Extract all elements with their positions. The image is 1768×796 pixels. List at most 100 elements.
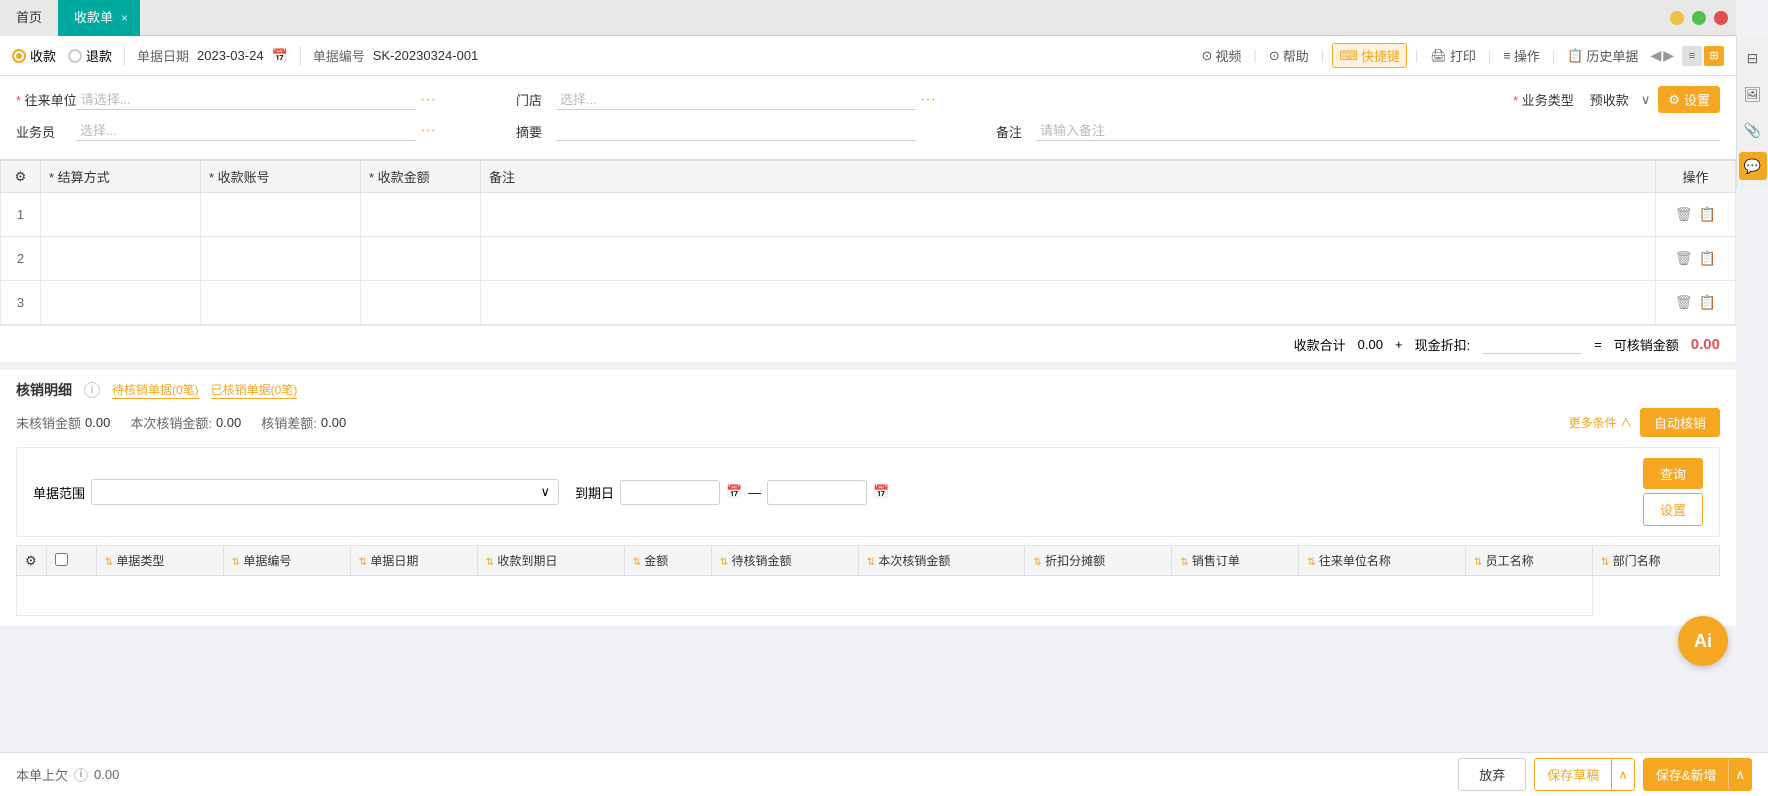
amount-cell[interactable] <box>361 281 481 325</box>
biz-type-arrow-icon[interactable]: ∨ <box>1641 92 1651 108</box>
list-view-btn[interactable]: ≡ <box>1682 46 1702 66</box>
save-draft-button[interactable]: 保存草稿 <box>1535 759 1612 790</box>
window-minimize-button[interactable] <box>1670 11 1684 25</box>
copy-row-icon[interactable]: 📋 <box>1699 206 1716 223</box>
abandon-button[interactable]: 放弃 <box>1458 758 1526 791</box>
counterpart-more-icon[interactable]: ··· <box>420 91 436 109</box>
video-button[interactable]: ⊙ 视频 <box>1198 44 1246 67</box>
calendar-icon[interactable]: 📅 <box>272 48 288 64</box>
summary-field: 摘要 <box>516 121 916 141</box>
settings-button[interactable]: ⚙ 设置 <box>1658 86 1720 113</box>
row-number: 1 <box>1 193 41 237</box>
current-stat: 本次核销金额: 0.00 <box>130 413 241 432</box>
done-tab[interactable]: 已核销单据(0笔) <box>211 381 298 399</box>
auto-writeoff-button[interactable]: 自动核销 <box>1640 408 1720 437</box>
save-new-arrow-button[interactable]: ∧ <box>1729 759 1751 790</box>
delete-row-icon[interactable]: 🗑 <box>1675 250 1693 267</box>
bottom-info-icon[interactable]: i <box>74 768 88 782</box>
history-button[interactable]: 📋 历史单据 <box>1563 44 1642 67</box>
sort-icon[interactable]: ⇅ <box>359 557 367 568</box>
table-row: 3 🗑 📋 <box>1 281 1736 325</box>
print-button[interactable]: 🖨 打印 <box>1426 44 1480 67</box>
doc-range-select[interactable]: ∨ <box>91 479 559 505</box>
sidebar-paperclip-icon[interactable]: 📎 <box>1739 116 1767 144</box>
table-gear-header[interactable]: ⚙ <box>1 161 41 193</box>
store-input[interactable] <box>556 90 916 110</box>
refund-radio[interactable]: 退款 <box>68 46 112 65</box>
sort-icon[interactable]: ⇅ <box>720 557 728 568</box>
delete-row-icon[interactable]: 🗑 <box>1675 294 1693 311</box>
tab-close-icon[interactable]: × <box>121 0 128 36</box>
ops-button[interactable]: ≡ 操作 <box>1499 44 1544 67</box>
nav-prev-icon[interactable]: ◀ <box>1650 47 1661 64</box>
bottom-info: 本单上欠 i 0.00 <box>16 765 119 784</box>
form-area: 往来单位 ··· 门店 ··· 业务类型 预收款 ∨ ⚙ 设置 <box>0 76 1736 160</box>
sidebar-table-icon[interactable]: ⊟ <box>1739 44 1767 72</box>
settlement-cell[interactable] <box>41 237 201 281</box>
shortcut-label: 快捷键 <box>1361 46 1400 65</box>
sort-icon[interactable]: ⇅ <box>633 557 641 568</box>
settlement-cell[interactable] <box>41 193 201 237</box>
date-to-input[interactable]: 2022-04-12 <box>767 480 867 505</box>
nav-next-icon[interactable]: ▶ <box>1663 47 1674 64</box>
query-button[interactable]: 查询 <box>1643 458 1703 489</box>
counterpart-input[interactable] <box>77 90 416 110</box>
save-draft-arrow-button[interactable]: ∧ <box>1612 759 1634 790</box>
note-cell[interactable] <box>481 281 1656 325</box>
receipt-radio[interactable]: 收款 <box>12 46 56 65</box>
toolbar-right: ⊙ 视频 | ⊙ 帮助 | ⌨ 快捷键 | 🖨 打印 | ≡ 操作 <box>1198 43 1724 68</box>
pending-tab[interactable]: 待核销单据(0笔) <box>112 381 199 399</box>
salesperson-input[interactable] <box>76 121 416 141</box>
col-header: ⇅ 员工名称 <box>1465 546 1592 576</box>
date-range-filter: 到期日 2022-04-01 📅 — 2022-04-12 📅 <box>575 480 1627 505</box>
sort-icon[interactable]: ⇅ <box>1180 557 1188 568</box>
date-to-calendar-icon[interactable]: 📅 <box>873 484 889 500</box>
sort-icon[interactable]: ⇅ <box>1307 557 1315 568</box>
settlement-cell[interactable] <box>41 281 201 325</box>
copy-row-icon[interactable]: 📋 <box>1699 294 1716 311</box>
select-all-checkbox[interactable] <box>55 553 68 566</box>
window-close-button[interactable] <box>1714 11 1728 25</box>
account-cell[interactable] <box>201 193 361 237</box>
account-cell[interactable] <box>201 281 361 325</box>
copy-row-icon[interactable]: 📋 <box>1699 250 1716 267</box>
tab-active[interactable]: 收款单 × <box>58 0 140 36</box>
salesperson-more-icon[interactable]: ··· <box>420 122 436 140</box>
window-maximize-button[interactable] <box>1692 11 1706 25</box>
account-cell[interactable] <box>201 237 361 281</box>
filter-settings-button[interactable]: 设置 <box>1643 493 1703 526</box>
store-more-icon[interactable]: ··· <box>920 91 936 109</box>
summary-label: 摘要 <box>516 122 556 141</box>
sort-icon[interactable]: ⇅ <box>867 557 875 568</box>
grid-view-btn[interactable]: ⊞ <box>1704 46 1724 66</box>
sort-icon[interactable]: ⇅ <box>232 557 240 568</box>
refund-label: 退款 <box>86 46 112 65</box>
sort-icon[interactable]: ⇅ <box>1033 557 1041 568</box>
note-cell[interactable] <box>481 237 1656 281</box>
note-input[interactable] <box>1036 121 1720 141</box>
col-header: ⇅ 部门名称 <box>1592 546 1719 576</box>
amount-cell[interactable] <box>361 237 481 281</box>
sidebar-chat-icon[interactable]: 💬 <box>1739 152 1767 180</box>
summary-input[interactable] <box>556 121 916 141</box>
tab-home[interactable]: 首页 <box>0 0 58 36</box>
ai-badge[interactable]: Ai <box>1678 616 1728 666</box>
delete-row-icon[interactable]: 🗑 <box>1675 206 1693 223</box>
date-from-input[interactable]: 2022-04-01 <box>620 480 720 505</box>
select-all-header[interactable] <box>47 546 97 576</box>
date-from-calendar-icon[interactable]: 📅 <box>726 484 742 500</box>
gear-header-icon[interactable]: ⚙ <box>25 553 37 568</box>
help-button[interactable]: ⊙ 帮助 <box>1265 44 1313 67</box>
save-new-button[interactable]: 保存&新增 <box>1644 759 1730 790</box>
writeoff-info-icon[interactable]: i <box>84 382 100 398</box>
sort-icon[interactable]: ⇅ <box>1474 557 1482 568</box>
more-conditions-btn[interactable]: 更多条件 ∧ <box>1569 414 1632 431</box>
discount-input[interactable] <box>1482 334 1582 354</box>
amount-cell[interactable] <box>361 193 481 237</box>
shortcut-button[interactable]: ⌨ 快捷键 <box>1332 43 1407 68</box>
sort-icon[interactable]: ⇅ <box>1601 557 1609 568</box>
sort-icon[interactable]: ⇅ <box>486 557 494 568</box>
note-cell[interactable] <box>481 193 1656 237</box>
sort-icon[interactable]: ⇅ <box>105 557 113 568</box>
sidebar-image-icon[interactable]: 🖼 <box>1739 80 1767 108</box>
